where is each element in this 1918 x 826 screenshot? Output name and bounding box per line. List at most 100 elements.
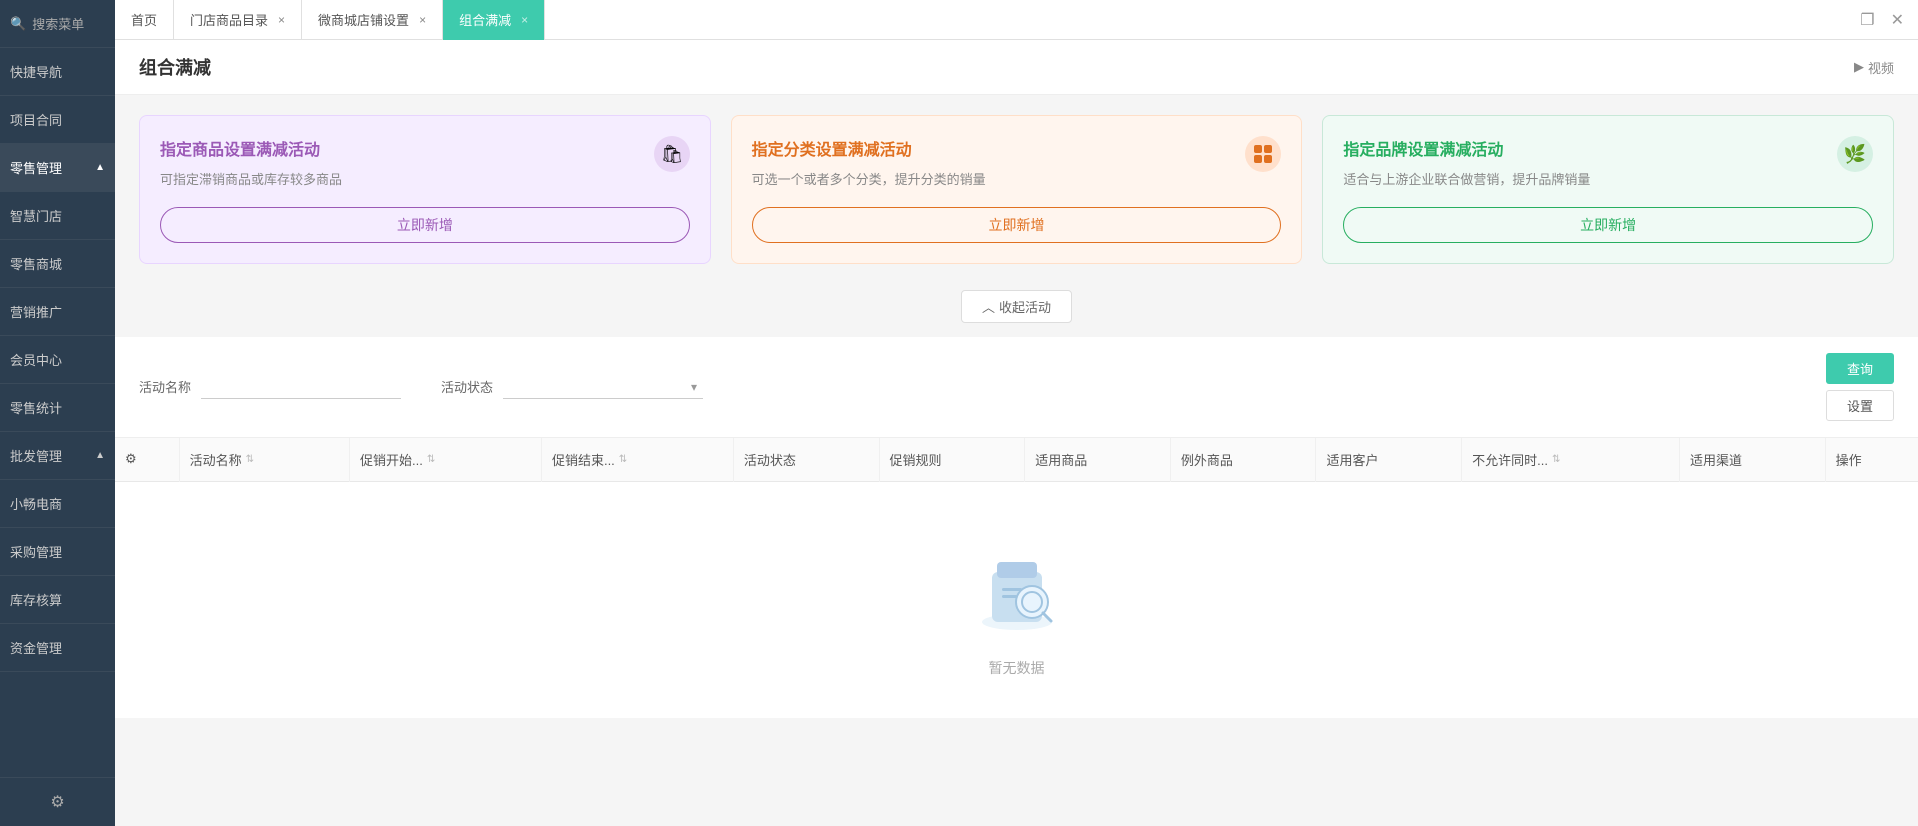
sidebar-item-label: 采购管理 — [10, 542, 62, 561]
activity-name-filter: 活动名称 — [139, 375, 401, 399]
col-label: 活动状态 — [744, 453, 796, 468]
th-promo-end[interactable]: 促销结束... ⇅ — [541, 438, 733, 482]
tab-store-catalog[interactable]: 门店商品目录 × — [174, 0, 302, 40]
th-activity-status: 活动状态 — [733, 438, 879, 482]
sidebar-item-label: 会员中心 — [10, 350, 62, 369]
empty-text: 暂无数据 — [115, 658, 1918, 678]
collapse-button[interactable]: ︿ 收起活动 — [961, 290, 1072, 323]
sidebar-search-label: 搜索菜单 — [32, 14, 84, 33]
page-title: 组合满减 — [139, 54, 211, 80]
th-applicable-customers: 适用客户 — [1316, 438, 1462, 482]
col-label: 促销规则 — [890, 453, 942, 468]
tab-home[interactable]: 首页 — [115, 0, 174, 40]
sort-icon: ⇅ — [1552, 454, 1560, 465]
col-label: 适用客户 — [1326, 453, 1378, 468]
col-label: 活动名称 — [190, 450, 242, 469]
tab-close-icon[interactable]: × — [419, 13, 426, 27]
tab-close-icon[interactable]: × — [521, 13, 528, 27]
sort-icon: ⇅ — [619, 454, 627, 465]
sidebar-item-wholesale-mgmt[interactable]: 批发管理▲ — [0, 432, 115, 480]
th-promo-start[interactable]: 促销开始...⇅ — [350, 438, 542, 482]
sidebar-item-inventory-calc[interactable]: 库存核算 — [0, 576, 115, 624]
th-applicable-goods: 适用商品 — [1025, 438, 1171, 482]
sidebar-item-retail-mall[interactable]: 零售商城 — [0, 240, 115, 288]
promo-card-category-card: 指定分类设置满减活动可选一个或者多个分类，提升分类的销量立即新增 — [731, 115, 1303, 264]
promo-card-product-card: 指定商品设置满减活动🛍可指定滞销商品或库存较多商品立即新增 — [139, 115, 711, 264]
sidebar-settings-button[interactable]: ⚙ — [0, 777, 115, 826]
sidebar-item-smart-store[interactable]: 智慧门店 — [0, 192, 115, 240]
sidebar-item-quick-nav[interactable]: 快捷导航 — [0, 48, 115, 96]
sidebar-item-member-center[interactable]: 会员中心 — [0, 336, 115, 384]
col-label: 例外商品 — [1181, 453, 1233, 468]
close-window-button[interactable]: ✕ — [1887, 6, 1908, 34]
sidebar-item-xiochang-ecom[interactable]: 小畅电商 — [0, 480, 115, 528]
th-activity-name[interactable]: 活动名称 ⇅ — [179, 438, 349, 482]
sidebar-item-label: 零售统计 — [10, 398, 62, 417]
th-applicable-channels: 适用渠道 — [1680, 438, 1826, 482]
promo-cards-section: 指定商品设置满减活动🛍可指定滞销商品或库存较多商品立即新增指定分类设置满减活动可… — [115, 95, 1918, 284]
gear-icon: ⚙ — [50, 794, 64, 811]
card-icon — [1245, 136, 1281, 179]
sidebar-item-purchase-mgmt[interactable]: 采购管理 — [0, 528, 115, 576]
tab-label: 微商城店铺设置 — [318, 10, 409, 29]
tab-label: 门店商品目录 — [190, 10, 268, 29]
query-button[interactable]: 查询 — [1826, 353, 1894, 384]
sidebar-item-label: 快捷导航 — [10, 62, 62, 81]
collapse-bar: ︿ 收起活动 — [115, 284, 1918, 337]
activity-status-filter: 活动状态 进行中 已结束 未开始 ▾ — [441, 375, 703, 399]
card-add-button-category-card[interactable]: 立即新增 — [752, 207, 1282, 243]
gear-icon[interactable]: ⚙ — [125, 451, 137, 466]
sidebar-item-project-contract[interactable]: 项目合同 — [0, 96, 115, 144]
collapse-icon: ︿ — [982, 297, 995, 316]
sidebar-item-label: 零售管理 — [10, 158, 62, 177]
filter-buttons: 查询 设置 — [1826, 353, 1894, 421]
column-settings-button[interactable]: 设置 — [1826, 390, 1894, 421]
tab-bar: 首页 门店商品目录 × 微商城店铺设置 × 组合满减 × ❐ ✕ — [115, 0, 1918, 40]
restore-window-button[interactable]: ❐ — [1856, 6, 1878, 34]
svg-text:🛍: 🛍 — [660, 144, 683, 164]
tab-close-icon[interactable]: × — [278, 13, 285, 27]
activity-status-label: 活动状态 — [441, 377, 493, 396]
sidebar-item-label: 营销推广 — [10, 302, 62, 321]
sidebar-search[interactable]: 🔍 搜索菜单 — [0, 0, 115, 48]
sidebar-item-label: 零售商城 — [10, 254, 62, 273]
sidebar-item-retail-stats[interactable]: 零售统计 — [0, 384, 115, 432]
card-icon: 🛍 — [654, 136, 690, 179]
activity-name-input[interactable] — [201, 375, 401, 399]
video-link[interactable]: ▶ 视频 — [1854, 58, 1894, 77]
card-icon: 🌿 — [1837, 136, 1873, 179]
sidebar-item-label: 资金管理 — [10, 638, 62, 657]
tab-mini-store-settings[interactable]: 微商城店铺设置 × — [302, 0, 443, 40]
page-header: 组合满减 ▶ 视频 — [115, 40, 1918, 95]
card-title: 指定品牌设置满减活动 — [1343, 136, 1873, 160]
sidebar-item-retail-mgmt[interactable]: 零售管理 ▲ — [0, 144, 115, 192]
tab-label: 组合满减 — [459, 10, 511, 29]
card-add-button-product-card[interactable]: 立即新增 — [160, 207, 690, 243]
card-add-button-brand-card[interactable]: 立即新增 — [1343, 207, 1873, 243]
th-except-goods: 例外商品 — [1170, 438, 1316, 482]
activity-status-select[interactable]: 进行中 已结束 未开始 — [503, 375, 703, 399]
sort-icon: ⇅ — [246, 454, 254, 465]
sidebar-item-label: 库存核算 — [10, 590, 62, 609]
sort-icon: ⇅ — [427, 454, 435, 465]
sidebar-item-marketing[interactable]: 营销推广 — [0, 288, 115, 336]
chevron-icon: ▲ — [95, 162, 105, 173]
sidebar-item-label: 小畅电商 — [10, 494, 62, 513]
svg-text:🌿: 🌿 — [1844, 143, 1866, 164]
filter-section: 活动名称 活动状态 进行中 已结束 未开始 ▾ 查询 设置 — [115, 337, 1918, 438]
search-icon: 🔍 — [10, 16, 26, 32]
activity-name-label: 活动名称 — [139, 377, 191, 396]
th-settings[interactable]: ⚙ — [115, 438, 179, 482]
tab-label: 首页 — [131, 10, 157, 29]
col-label: 操作 — [1836, 453, 1862, 468]
sidebar-item-label: 智慧门店 — [10, 206, 62, 225]
tab-combo-discount[interactable]: 组合满减 × — [443, 0, 545, 40]
card-title: 指定分类设置满减活动 — [752, 136, 1282, 160]
empty-illustration — [967, 542, 1067, 642]
th-not-allow-concurrent[interactable]: 不允许同时...⇅ — [1462, 438, 1680, 482]
sidebar-item-finance-mgmt[interactable]: 资金管理 — [0, 624, 115, 672]
card-title: 指定商品设置满减活动 — [160, 136, 690, 160]
col-label: 促销结束... — [552, 450, 615, 469]
th-operations: 操作 — [1825, 438, 1918, 482]
empty-state: 暂无数据 — [115, 482, 1918, 718]
